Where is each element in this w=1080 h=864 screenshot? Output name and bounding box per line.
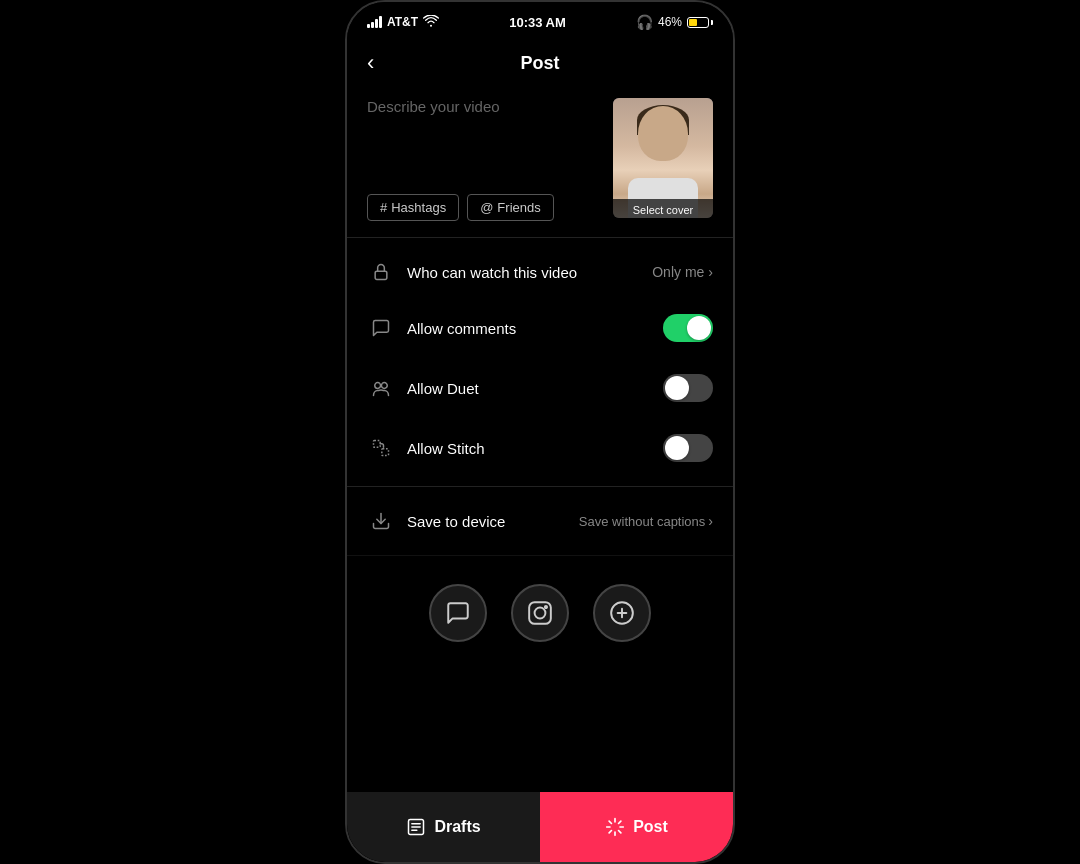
time-display: 10:33 AM <box>509 15 566 30</box>
wifi-icon <box>423 15 439 30</box>
chevron-icon: › <box>708 264 713 280</box>
who-can-watch-row[interactable]: Who can watch this video Only me › <box>347 246 733 298</box>
allow-duet-label: Allow Duet <box>407 380 663 397</box>
description-section: Describe your video # Hashtags @ Friends <box>347 88 733 238</box>
post-button[interactable]: Post <box>540 792 733 862</box>
svg-point-8 <box>545 606 547 608</box>
friends-button[interactable]: @ Friends <box>467 194 554 221</box>
main-content: ‹ Post Describe your video # Hashtags @ … <box>347 38 733 864</box>
description-left: Describe your video # Hashtags @ Friends <box>367 98 601 221</box>
svg-rect-6 <box>529 602 551 624</box>
svg-rect-3 <box>374 441 381 448</box>
svg-rect-4 <box>382 449 389 456</box>
toggle-knob-stitch <box>665 436 689 460</box>
allow-comments-toggle[interactable] <box>663 314 713 342</box>
hashtags-button[interactable]: # Hashtags <box>367 194 459 221</box>
comment-icon <box>367 318 395 338</box>
save-value-text: Save without captions <box>579 514 705 529</box>
signal-bar-3 <box>375 19 378 28</box>
phone-frame: AT&T 10:33 AM 🎧 46% <box>345 0 735 864</box>
allow-duet-row[interactable]: Allow Duet <box>347 358 733 418</box>
page-header: ‹ Post <box>347 38 733 88</box>
status-bar: AT&T 10:33 AM 🎧 46% <box>347 2 733 38</box>
save-to-device-value: Save without captions › <box>579 513 713 529</box>
page-title: Post <box>520 53 559 74</box>
battery-body <box>687 17 709 28</box>
drafts-button[interactable]: Drafts <box>347 792 540 862</box>
post-label: Post <box>633 818 668 836</box>
save-chevron-icon: › <box>708 513 713 529</box>
allow-stitch-label: Allow Stitch <box>407 440 663 457</box>
carrier-label: AT&T <box>387 15 418 29</box>
save-to-device-label: Save to device <box>407 513 579 530</box>
svg-point-7 <box>535 608 546 619</box>
thumbnail-container[interactable]: Select cover <box>613 98 713 221</box>
stitch-icon <box>367 438 395 458</box>
battery-tip <box>711 20 713 25</box>
select-cover-label[interactable]: Select cover <box>613 199 713 221</box>
bottom-buttons: Drafts Post <box>347 792 733 862</box>
svg-rect-0 <box>375 271 387 279</box>
allow-comments-label: Allow comments <box>407 320 663 337</box>
allow-stitch-row[interactable]: Allow Stitch <box>347 418 733 478</box>
status-right: 🎧 46% <box>636 14 713 30</box>
signal-bar-4 <box>379 16 382 28</box>
allow-stitch-toggle[interactable] <box>663 434 713 462</box>
status-left: AT&T <box>367 15 439 30</box>
save-to-device-row[interactable]: Save to device Save without captions › <box>347 495 733 547</box>
at-icon: @ <box>480 200 493 215</box>
allow-duet-toggle[interactable] <box>663 374 713 402</box>
headphone-icon: 🎧 <box>636 14 653 30</box>
person-head <box>638 106 688 161</box>
settings-section: Who can watch this video Only me › Allow… <box>347 238 733 487</box>
save-section: Save to device Save without captions › <box>347 487 733 556</box>
battery-percent: 46% <box>658 15 682 29</box>
download-icon <box>367 511 395 531</box>
signal-bars <box>367 16 382 28</box>
more-share-button[interactable] <box>593 584 651 642</box>
svg-point-1 <box>375 383 381 389</box>
toggle-knob-comments <box>687 316 711 340</box>
messages-share-button[interactable] <box>429 584 487 642</box>
battery-indicator <box>687 17 713 28</box>
svg-point-2 <box>381 383 387 389</box>
drafts-label: Drafts <box>434 818 480 836</box>
hashtags-label: Hashtags <box>391 200 446 215</box>
who-can-watch-value: Only me › <box>652 264 713 280</box>
who-can-watch-text: Only me <box>652 264 704 280</box>
hashtag-icon: # <box>380 200 387 215</box>
friends-label: Friends <box>497 200 540 215</box>
signal-bar-2 <box>371 22 374 28</box>
lock-icon <box>367 262 395 282</box>
toggle-knob-duet <box>665 376 689 400</box>
back-button[interactable]: ‹ <box>367 50 374 76</box>
share-section <box>347 556 733 662</box>
allow-comments-row[interactable]: Allow comments <box>347 298 733 358</box>
video-description-input[interactable]: Describe your video <box>367 98 601 178</box>
signal-bar-1 <box>367 24 370 28</box>
battery-fill <box>689 19 697 26</box>
duet-icon <box>367 378 395 398</box>
who-can-watch-label: Who can watch this video <box>407 264 652 281</box>
instagram-share-button[interactable] <box>511 584 569 642</box>
tag-buttons: # Hashtags @ Friends <box>367 194 601 221</box>
